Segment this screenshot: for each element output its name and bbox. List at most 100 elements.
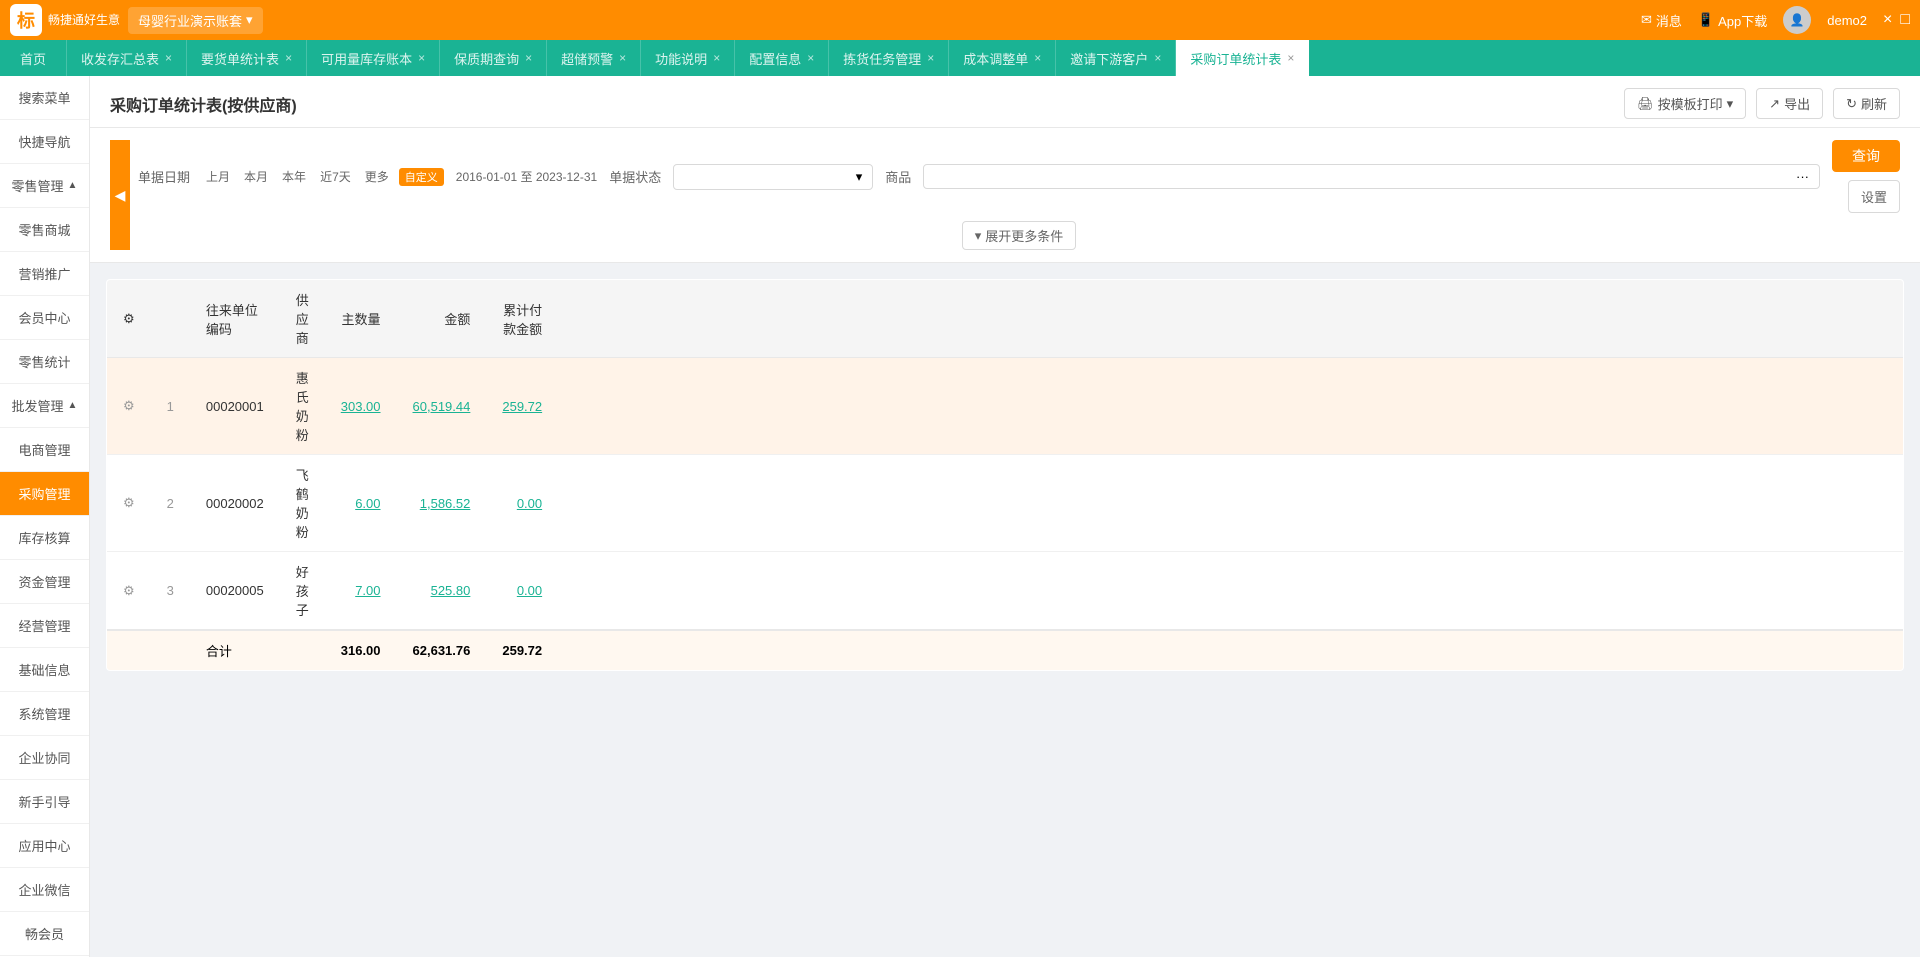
sidebar-item-库存核算[interactable]: 库存核算 bbox=[0, 516, 89, 560]
nav-tab-保质期查询[interactable]: 保质期查询× bbox=[440, 40, 547, 76]
nav-tab-收发存汇总表[interactable]: 收发存汇总表× bbox=[67, 40, 187, 76]
tab-close-icon[interactable]: × bbox=[1154, 51, 1161, 65]
row-amount: 525.80 bbox=[397, 552, 487, 631]
sidebar-item-营销推广[interactable]: 营销推广 bbox=[0, 252, 89, 296]
phone-icon: 📱 bbox=[1698, 12, 1714, 28]
tab-close-icon[interactable]: × bbox=[619, 51, 626, 65]
custom-date-badge[interactable]: 自定义 bbox=[399, 168, 444, 186]
tab-close-icon[interactable]: × bbox=[713, 51, 720, 65]
sidebar-item-系统管理[interactable]: 系统管理 bbox=[0, 692, 89, 736]
message-icon: ✉ bbox=[1641, 12, 1652, 28]
shortcut-7days[interactable]: 近7天 bbox=[316, 166, 355, 187]
footer-amount: 62,631.76 bbox=[397, 630, 487, 671]
app-download-button[interactable]: 📱 App下载 bbox=[1698, 11, 1767, 30]
row-index: 2 bbox=[151, 455, 190, 552]
status-select[interactable]: ▾ bbox=[673, 164, 873, 190]
filter-collapse-button[interactable]: ◀ bbox=[110, 140, 130, 250]
nav-tab-成本调整单[interactable]: 成本调整单× bbox=[949, 40, 1056, 76]
footer-empty bbox=[107, 630, 190, 671]
tab-close-icon[interactable]: × bbox=[418, 51, 425, 65]
row-paid: 259.72 bbox=[486, 358, 558, 455]
tab-close-icon[interactable]: × bbox=[1034, 51, 1041, 65]
main-layout: 搜索菜单快捷导航零售管理▲零售商城营销推广会员中心零售统计批发管理▲ 电商管理采购… bbox=[0, 76, 1920, 957]
settings-col-header[interactable]: ⚙ bbox=[107, 280, 151, 358]
sidebar-item-采购管理[interactable]: 采购管理 bbox=[0, 472, 89, 516]
tab-close-icon[interactable]: × bbox=[285, 51, 292, 65]
date-range-display: 2016-01-01 至 2023-12-31 bbox=[456, 168, 597, 185]
sidebar-item-企业协同[interactable]: 企业协同 bbox=[0, 736, 89, 780]
sidebar-item-应用中心[interactable]: 应用中心 bbox=[0, 824, 89, 868]
table-footer-row: 合计 316.00 62,631.76 259.72 bbox=[107, 630, 1904, 671]
goods-input[interactable]: ··· bbox=[923, 164, 1820, 189]
sidebar-item-零售商城[interactable]: 零售商城 bbox=[0, 208, 89, 252]
sidebar-item-批发管理[interactable]: 批发管理▲ bbox=[0, 384, 89, 428]
sidebar-label: 系统管理 bbox=[18, 704, 70, 723]
dropdown-arrow-icon: ▾ bbox=[246, 12, 253, 28]
table-row: ⚙ 3 00020005 好孩子 7.00 525.80 0.00 bbox=[107, 552, 1904, 631]
sidebar-item-新手引导[interactable]: 新手引导 bbox=[0, 780, 89, 824]
nav-tab-超储预警[interactable]: 超储预警× bbox=[547, 40, 641, 76]
nav-tab-可用量库存账本[interactable]: 可用量库存账本× bbox=[307, 40, 440, 76]
row-settings[interactable]: ⚙ bbox=[107, 358, 151, 455]
nav-tab-邀请下游客户[interactable]: 邀请下游客户× bbox=[1056, 40, 1176, 76]
row-extra bbox=[558, 455, 1903, 552]
expand-filter-button[interactable]: ▾ 展开更多条件 bbox=[962, 221, 1077, 250]
shortcut-this-month[interactable]: 本月 bbox=[240, 166, 272, 187]
filter-settings-button[interactable]: 设置 bbox=[1848, 180, 1900, 213]
sidebar-label: 零售管理 bbox=[12, 176, 64, 195]
shortcut-last-month[interactable]: 上月 bbox=[202, 166, 234, 187]
shortcut-more[interactable]: 更多 bbox=[361, 166, 393, 187]
search-button[interactable]: 查询 bbox=[1832, 140, 1900, 172]
tab-close-icon[interactable]: × bbox=[807, 51, 814, 65]
window-close-button[interactable]: × bbox=[1883, 12, 1892, 28]
filter-area: ◀ 单据日期 上月 本月 本年 近7天 更多 自定义 2016-01-01 至 … bbox=[90, 128, 1920, 263]
nav-tab-配置信息[interactable]: 配置信息× bbox=[735, 40, 829, 76]
sidebar-label: 采购管理 bbox=[18, 484, 70, 503]
refresh-button[interactable]: ↻ 刷新 bbox=[1833, 88, 1900, 119]
logo-text: 畅捷通好生意 bbox=[48, 13, 120, 27]
row-index: 3 bbox=[151, 552, 190, 631]
message-button[interactable]: ✉ 消息 bbox=[1641, 11, 1682, 30]
sidebar-item-零售管理[interactable]: 零售管理▲ bbox=[0, 164, 89, 208]
export-button[interactable]: ↗ 导出 bbox=[1756, 88, 1823, 119]
sidebar-item-电商管理[interactable]: 电商管理 bbox=[0, 428, 89, 472]
tab-close-icon[interactable]: × bbox=[1287, 51, 1294, 65]
header-actions: 🖨 按模板打印 ▾ ↗ 导出 ↻ 刷新 bbox=[1624, 88, 1900, 119]
nav-tab-拣货任务管理[interactable]: 拣货任务管理× bbox=[829, 40, 949, 76]
sidebar-item-企业微信[interactable]: 企业微信 bbox=[0, 868, 89, 912]
sidebar-item-资金管理[interactable]: 资金管理 bbox=[0, 560, 89, 604]
sidebar-item-搜索菜单[interactable]: 搜索菜单 bbox=[0, 76, 89, 120]
nav-tab-要货单统计表[interactable]: 要货单统计表× bbox=[187, 40, 307, 76]
tab-close-icon[interactable]: × bbox=[927, 51, 934, 65]
expand-icon: ▾ bbox=[975, 228, 982, 244]
tab-close-icon[interactable]: × bbox=[165, 51, 172, 65]
amount-col-header: 金额 bbox=[397, 280, 487, 358]
nav-tab-首页[interactable]: 首页 bbox=[0, 40, 67, 76]
row-settings[interactable]: ⚙ bbox=[107, 552, 151, 631]
sidebar-label: 电商管理 bbox=[18, 440, 70, 459]
sidebar-label: 批发管理 bbox=[12, 396, 64, 415]
user-name[interactable]: demo2 bbox=[1827, 13, 1867, 28]
paid-col-header: 累计付款金额 bbox=[486, 280, 558, 358]
status-filter-label: 单据状态 bbox=[609, 167, 661, 186]
avatar: 👤 bbox=[1783, 6, 1811, 34]
window-max-button[interactable]: □ bbox=[1900, 12, 1910, 28]
top-bar: 标 畅捷通好生意 母婴行业演示账套 ▾ ✉ 消息 📱 App下载 👤 demo2… bbox=[0, 0, 1920, 40]
sidebar-item-会员中心[interactable]: 会员中心 bbox=[0, 296, 89, 340]
store-selector[interactable]: 母婴行业演示账套 ▾ bbox=[128, 7, 263, 34]
shortcut-this-year[interactable]: 本年 bbox=[278, 166, 310, 187]
print-button[interactable]: 🖨 按模板打印 ▾ bbox=[1624, 88, 1746, 119]
sidebar-item-快捷导航[interactable]: 快捷导航 bbox=[0, 120, 89, 164]
sidebar-item-经营管理[interactable]: 经营管理 bbox=[0, 604, 89, 648]
sidebar-item-基础信息[interactable]: 基础信息 bbox=[0, 648, 89, 692]
window-controls: × □ bbox=[1883, 12, 1910, 28]
nav-tab-采购订单统计表[interactable]: 采购订单统计表× bbox=[1176, 40, 1309, 76]
nav-tab-功能说明[interactable]: 功能说明× bbox=[641, 40, 735, 76]
right-actions: 查询 设置 bbox=[1832, 140, 1900, 213]
sidebar-item-零售统计[interactable]: 零售统计 bbox=[0, 340, 89, 384]
sidebar-label: 营销推广 bbox=[18, 264, 70, 283]
row-code: 00020005 bbox=[190, 552, 280, 631]
row-settings[interactable]: ⚙ bbox=[107, 455, 151, 552]
sidebar-item-畅会员[interactable]: 畅会员 bbox=[0, 912, 89, 956]
tab-close-icon[interactable]: × bbox=[525, 51, 532, 65]
